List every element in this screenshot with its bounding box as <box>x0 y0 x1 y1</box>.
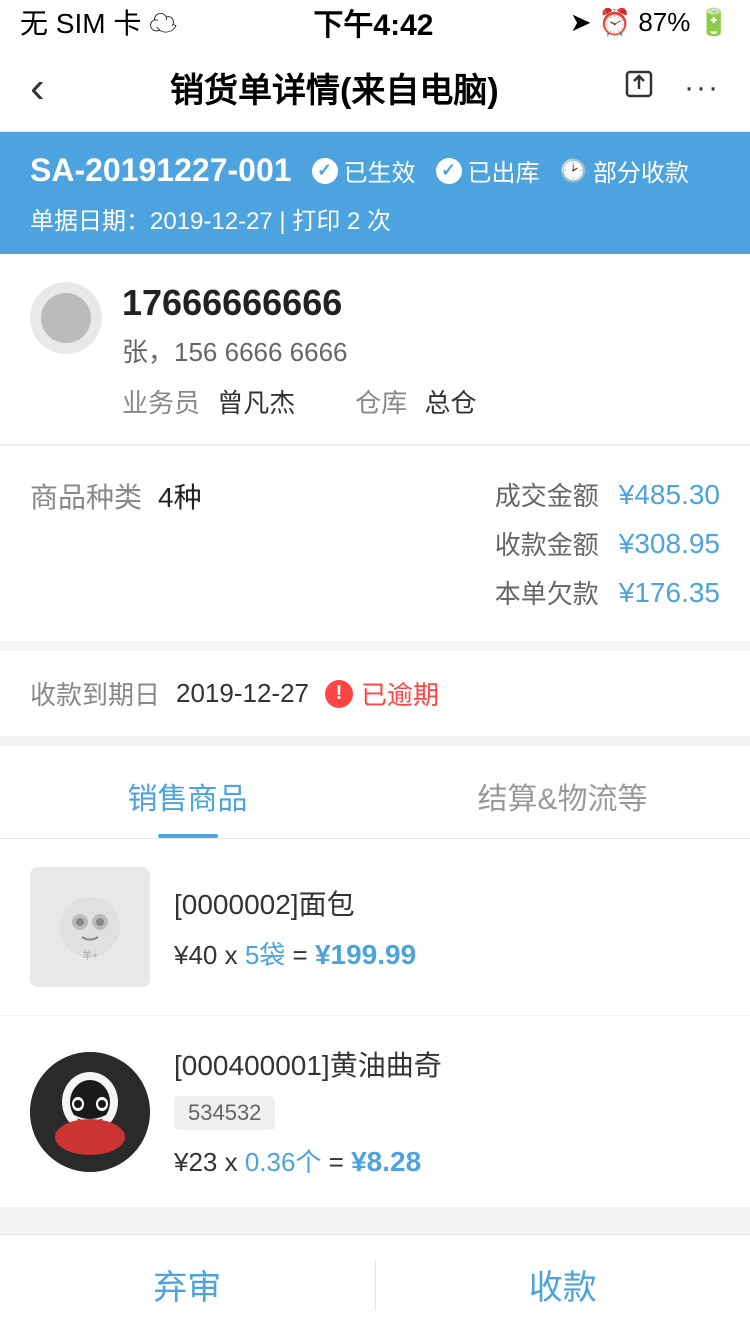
due-section: 收款到期日 2019-12-27 ! 已逾期 <box>0 641 750 736</box>
owed-label: 本单欠款 <box>495 574 599 611</box>
status-bar: 无 SIM 卡 ☁ 下午4:42 ➤ ⏰ 87% 🔋 <box>0 0 750 44</box>
salesperson-value: 曾凡杰 <box>217 388 295 418</box>
order-id: SA-20191227-001 <box>30 152 292 189</box>
customer-info: 17666666666 张，156 6666 6666 业务员 曾凡杰 仓库 总… <box>122 282 720 420</box>
badge-shipped: ✓ 已出库 <box>436 153 540 188</box>
received-label: 收款金额 <box>495 525 599 562</box>
overdue-dot: ! <box>325 680 353 708</box>
nav-title: 销货单详情(来自电脑) <box>170 63 499 112</box>
overdue-text: 已逾期 <box>361 675 439 712</box>
stats-section: 商品种类 4种 成交金额 ¥485.30 收款金额 ¥308.95 本单欠款 ¥… <box>0 445 750 641</box>
avatar <box>30 282 102 354</box>
owed-amount: ¥176.35 <box>619 577 720 609</box>
badge-partial: 🕑 部分收款 <box>560 153 689 188</box>
product-price-2: ¥23 x 0.36个 = ¥8.28 <box>174 1142 720 1179</box>
nav-bar: ‹ 销货单详情(来自电脑) ··· <box>0 44 750 132</box>
overdue-badge: ! 已逾期 <box>325 675 439 712</box>
status-left: 无 SIM 卡 ☁ <box>20 2 177 42</box>
product-name-1: [0000002]面包 <box>174 883 720 923</box>
confirm-button[interactable]: 收款 <box>376 1260 750 1309</box>
warehouse-value: 总仓 <box>425 388 477 418</box>
bottom-bar: 弃审 收款 <box>0 1234 750 1334</box>
status-time: 下午4:42 <box>313 0 433 44</box>
product-item-1: 羊+ [0000002]面包 ¥40 x 5袋 = ¥199.99 <box>0 839 750 1016</box>
customer-meta: 业务员 曾凡杰 仓库 总仓 <box>122 383 720 420</box>
product-thumb-1: 羊+ <box>30 867 150 987</box>
tab-sales-products[interactable]: 销售商品 <box>0 746 375 838</box>
product-item-2: [000400001]黄油曲奇 534532 ¥23 x 0.36个 = ¥8.… <box>0 1016 750 1208</box>
due-date: 2019-12-27 <box>176 678 309 709</box>
customer-name: 17666666666 <box>122 282 720 324</box>
svg-text:羊+: 羊+ <box>82 949 98 962</box>
product-info-1: [0000002]面包 ¥40 x 5袋 = ¥199.99 <box>174 883 720 972</box>
product-thumb-2 <box>30 1052 150 1172</box>
due-label: 收款到期日 <box>30 675 160 712</box>
product-sku-2: 534532 <box>174 1096 275 1130</box>
more-icon[interactable]: ··· <box>684 71 720 105</box>
product-name-2: [000400001]黄油曲奇 <box>174 1044 720 1084</box>
received-amount: ¥308.95 <box>619 528 720 560</box>
category-label: 商品种类 <box>30 476 142 516</box>
product-info-2: [000400001]黄油曲奇 534532 ¥23 x 0.36个 = ¥8.… <box>174 1044 720 1179</box>
product-price-1: ¥40 x 5袋 = ¥199.99 <box>174 935 720 972</box>
header-doc-date: 单据日期：2019-12-27 | 打印 2 次 <box>30 201 720 236</box>
cancel-button[interactable]: 弃审 <box>0 1260 375 1309</box>
deal-amount: ¥485.30 <box>619 479 720 511</box>
battery-icon: ➤ ⏰ 87% 🔋 <box>570 7 730 38</box>
deal-label: 成交金额 <box>495 476 599 513</box>
share-icon[interactable] <box>624 69 654 107</box>
customer-section: 17666666666 张，156 6666 6666 业务员 曾凡杰 仓库 总… <box>0 254 750 445</box>
customer-contact: 张，156 6666 6666 <box>122 332 720 369</box>
status-right: ➤ ⏰ 87% 🔋 <box>570 7 730 38</box>
back-button[interactable]: ‹ <box>30 63 45 113</box>
badge-effective: ✓ 已生效 <box>312 153 416 188</box>
tabs-section: 销售商品 结算&物流等 <box>0 736 750 839</box>
salesperson-label: 业务员 <box>122 388 200 418</box>
header-banner: SA-20191227-001 ✓ 已生效 ✓ 已出库 🕑 部分收款 单据日期：… <box>0 132 750 254</box>
warehouse-label: 仓库 <box>355 388 407 418</box>
nav-icons: ··· <box>624 69 720 107</box>
products-list: 羊+ [0000002]面包 ¥40 x 5袋 = ¥199.99 <box>0 839 750 1208</box>
category-value: 4种 <box>158 476 202 516</box>
tab-settlement[interactable]: 结算&物流等 <box>375 746 750 838</box>
